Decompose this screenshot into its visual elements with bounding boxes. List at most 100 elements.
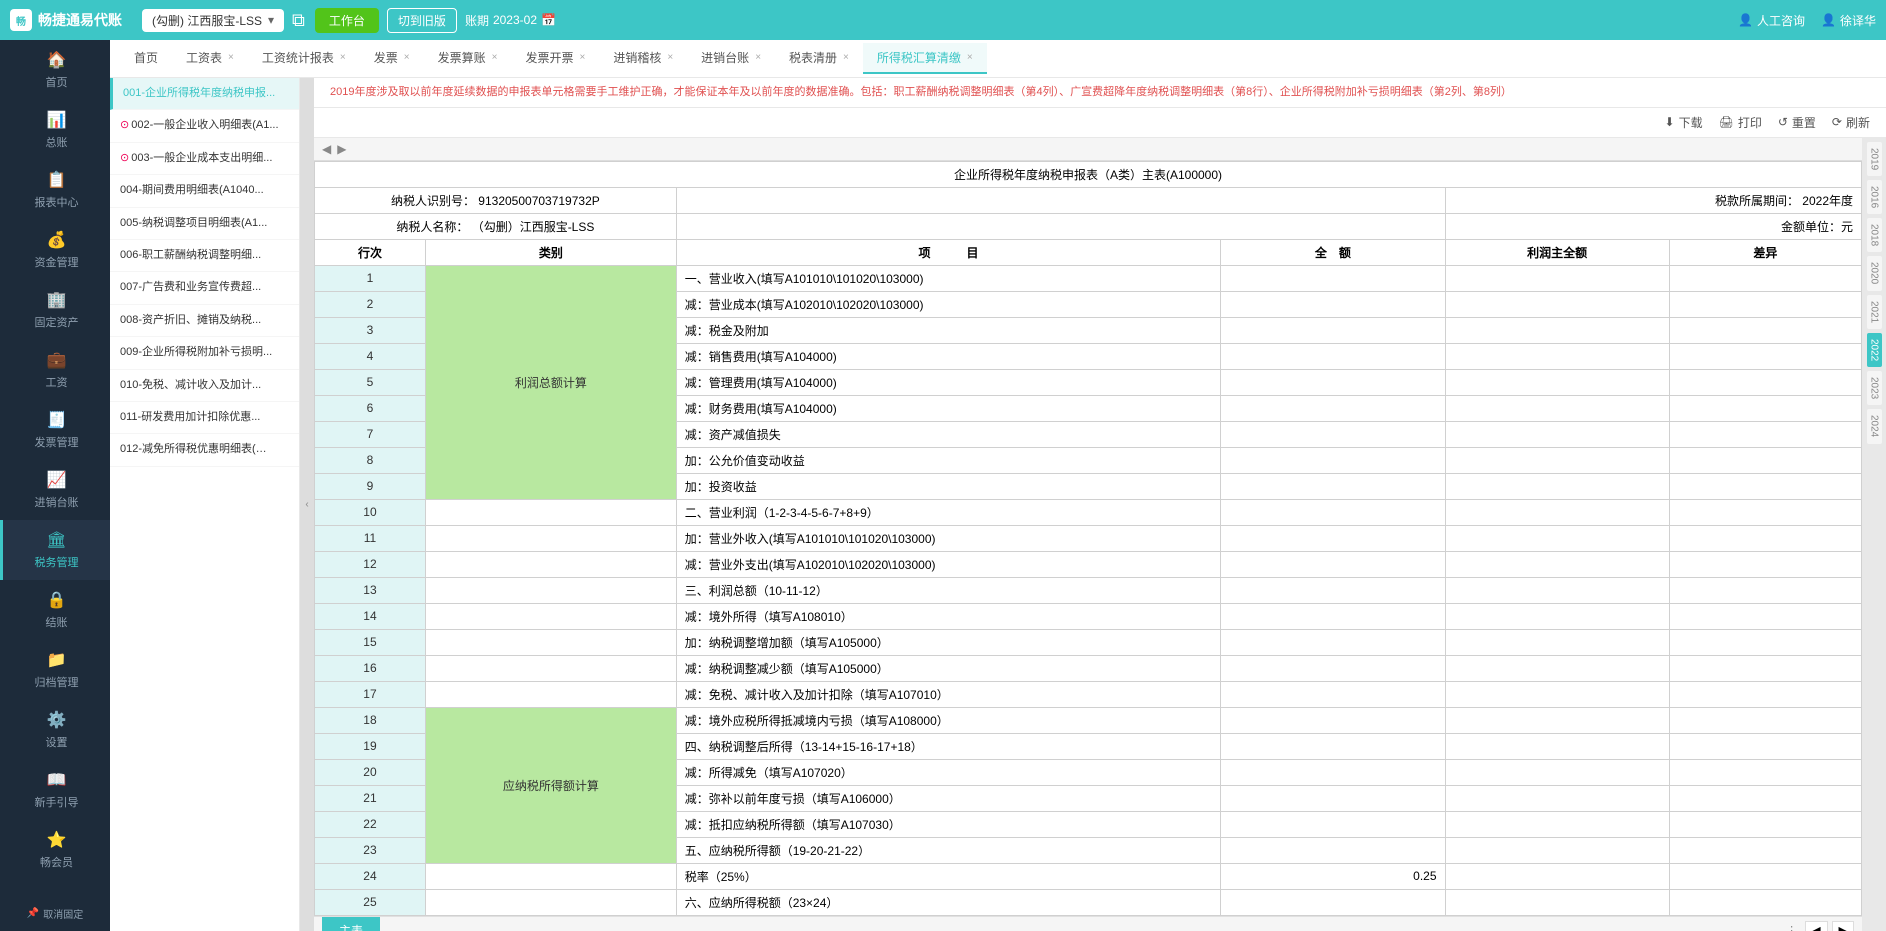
cell-profit-amount[interactable] — [1445, 733, 1669, 759]
cell-amount[interactable] — [1221, 525, 1445, 551]
form-item-010[interactable]: 010-免税、减计收入及加计... — [110, 370, 299, 402]
cell-amount[interactable]: 0.25 — [1221, 863, 1445, 889]
sidebar-item-ledger[interactable]: 📊 总账 — [0, 100, 110, 160]
close-icon[interactable]: × — [492, 52, 498, 63]
close-icon[interactable]: × — [843, 52, 849, 63]
reset-button[interactable]: ↺ 重置 — [1778, 114, 1816, 131]
close-icon[interactable]: × — [404, 52, 410, 63]
cell-diff[interactable] — [1669, 733, 1861, 759]
cell-amount[interactable] — [1221, 733, 1445, 759]
print-button[interactable]: 🖨 打印 — [1719, 114, 1762, 131]
cell-diff[interactable] — [1669, 551, 1861, 577]
calendar-icon[interactable]: 📅 — [541, 13, 556, 27]
form-item-008[interactable]: 008-资产折旧、摊销及纳税... — [110, 305, 299, 337]
table-row[interactable]: 25 六、应纳所得税额（23×24） — [315, 889, 1862, 915]
cell-amount[interactable] — [1221, 837, 1445, 863]
cell-profit-amount[interactable] — [1445, 291, 1669, 317]
cell-diff[interactable] — [1669, 785, 1861, 811]
scroll-right-button[interactable]: ▶ — [1832, 921, 1854, 931]
year-2022[interactable]: 2022 — [1867, 333, 1882, 367]
year-2019[interactable]: 2019 — [1867, 142, 1882, 176]
form-item-012[interactable]: 012-减免所得税优惠明细表(… — [110, 434, 299, 466]
cell-amount[interactable] — [1221, 473, 1445, 499]
cell-diff[interactable] — [1669, 837, 1861, 863]
close-icon[interactable]: × — [755, 52, 761, 63]
cell-profit-amount[interactable] — [1445, 707, 1669, 733]
cell-diff[interactable] — [1669, 655, 1861, 681]
cell-amount[interactable] — [1221, 343, 1445, 369]
unpin-button[interactable]: 📌 取消固定 — [0, 896, 110, 931]
form-item-009[interactable]: 009-企业所得税附加补亏损明... — [110, 337, 299, 369]
year-2018[interactable]: 2018 — [1867, 218, 1882, 252]
year-2016[interactable]: 2016 — [1867, 180, 1882, 214]
table-row[interactable]: 14 减：境外所得（填写A108010） — [315, 603, 1862, 629]
close-icon[interactable]: × — [228, 52, 234, 63]
refresh-button[interactable]: ⟳ 刷新 — [1832, 114, 1870, 131]
table-row[interactable]: 13 三、利润总额（10-11-12） — [315, 577, 1862, 603]
cell-diff[interactable] — [1669, 577, 1861, 603]
spreadsheet-area[interactable]: ◀ ▶ 企业所得税年度纳税申报表（A类）主表(A100000) 纳税人识别 — [314, 138, 1862, 931]
sidebar-item-reports[interactable]: 📋 报表中心 — [0, 160, 110, 220]
company-selector[interactable]: (勾删) 江西服宝-LSS ▾ — [142, 9, 284, 32]
cell-amount[interactable] — [1221, 655, 1445, 681]
sidebar-item-sales[interactable]: 📈 进销台账 — [0, 460, 110, 520]
close-icon[interactable]: × — [667, 52, 673, 63]
tab-invoice[interactable]: 发票 × — [360, 43, 424, 74]
cell-diff[interactable] — [1669, 811, 1861, 837]
cell-profit-amount[interactable] — [1445, 655, 1669, 681]
year-2021[interactable]: 2021 — [1867, 295, 1882, 329]
cell-amount[interactable] — [1221, 629, 1445, 655]
close-icon[interactable]: × — [579, 52, 585, 63]
support-link[interactable]: 👤 人工咨询 — [1738, 12, 1805, 29]
scroll-left-button[interactable]: ◀ — [1805, 921, 1827, 931]
cell-profit-amount[interactable] — [1445, 629, 1669, 655]
form-item-006[interactable]: 006-职工薪酬纳税调整明细... — [110, 240, 299, 272]
sidebar-item-home[interactable]: 🏠 首页 — [0, 40, 110, 100]
tab-income-tax[interactable]: 所得税汇算清缴 × — [863, 43, 987, 74]
close-icon[interactable]: × — [967, 52, 973, 63]
sidebar-item-guide[interactable]: 📖 新手引导 — [0, 760, 110, 820]
tab-invoice-open[interactable]: 发票开票 × — [511, 43, 599, 74]
cell-diff[interactable] — [1669, 629, 1861, 655]
table-row[interactable]: 12 减：营业外支出(填写A102010\102020\103000) — [315, 551, 1862, 577]
year-2023[interactable]: 2023 — [1867, 371, 1882, 405]
cell-profit-amount[interactable] — [1445, 681, 1669, 707]
form-item-011[interactable]: 011-研发费用加计扣除优惠... — [110, 402, 299, 434]
table-row[interactable]: 24 税率（25%） 0.25 — [315, 863, 1862, 889]
sidebar-item-settings[interactable]: ⚙️ 设置 — [0, 700, 110, 760]
sheet-tab-main[interactable]: 主表 — [322, 917, 380, 931]
sidebar-item-assets[interactable]: 🏢 固定资产 — [0, 280, 110, 340]
cell-diff[interactable] — [1669, 499, 1861, 525]
table-row[interactable]: 11 加：营业外收入(填写A101010\101020\103000) — [315, 525, 1862, 551]
sidebar-item-funds[interactable]: 💰 资金管理 — [0, 220, 110, 280]
cell-amount[interactable] — [1221, 603, 1445, 629]
user-info[interactable]: 👤 徐译华 — [1821, 12, 1876, 29]
cell-amount[interactable] — [1221, 265, 1445, 291]
year-2024[interactable]: 2024 — [1867, 409, 1882, 443]
cell-profit-amount[interactable] — [1445, 811, 1669, 837]
cell-profit-amount[interactable] — [1445, 759, 1669, 785]
cell-profit-amount[interactable] — [1445, 317, 1669, 343]
cell-profit-amount[interactable] — [1445, 577, 1669, 603]
tab-home[interactable]: 首页 — [120, 43, 172, 74]
tab-invoice-calc[interactable]: 发票算账 × — [424, 43, 512, 74]
cell-profit-amount[interactable] — [1445, 343, 1669, 369]
form-item-007[interactable]: 007-广告费和业务宣传费超... — [110, 272, 299, 304]
cell-diff[interactable] — [1669, 889, 1861, 915]
cell-amount[interactable] — [1221, 889, 1445, 915]
cell-diff[interactable] — [1669, 291, 1861, 317]
download-button[interactable]: ⬇ 下载 — [1665, 114, 1703, 131]
cell-amount[interactable] — [1221, 577, 1445, 603]
sidebar-item-member[interactable]: ⭐ 畅会员 — [0, 820, 110, 880]
table-row[interactable]: 18 应纳税所得额计算 减：境外应税所得抵减境内亏损（填写A108000） — [315, 707, 1862, 733]
cell-profit-amount[interactable] — [1445, 785, 1669, 811]
sidebar-item-invoice[interactable]: 🧾 发票管理 — [0, 400, 110, 460]
cell-profit-amount[interactable] — [1445, 369, 1669, 395]
cell-diff[interactable] — [1669, 265, 1861, 291]
cell-amount[interactable] — [1221, 551, 1445, 577]
cell-diff[interactable] — [1669, 369, 1861, 395]
form-item-001[interactable]: 001-企业所得税年度纳税申报... — [110, 78, 299, 110]
cell-amount[interactable] — [1221, 421, 1445, 447]
cell-amount[interactable] — [1221, 395, 1445, 421]
cell-diff[interactable] — [1669, 863, 1861, 889]
